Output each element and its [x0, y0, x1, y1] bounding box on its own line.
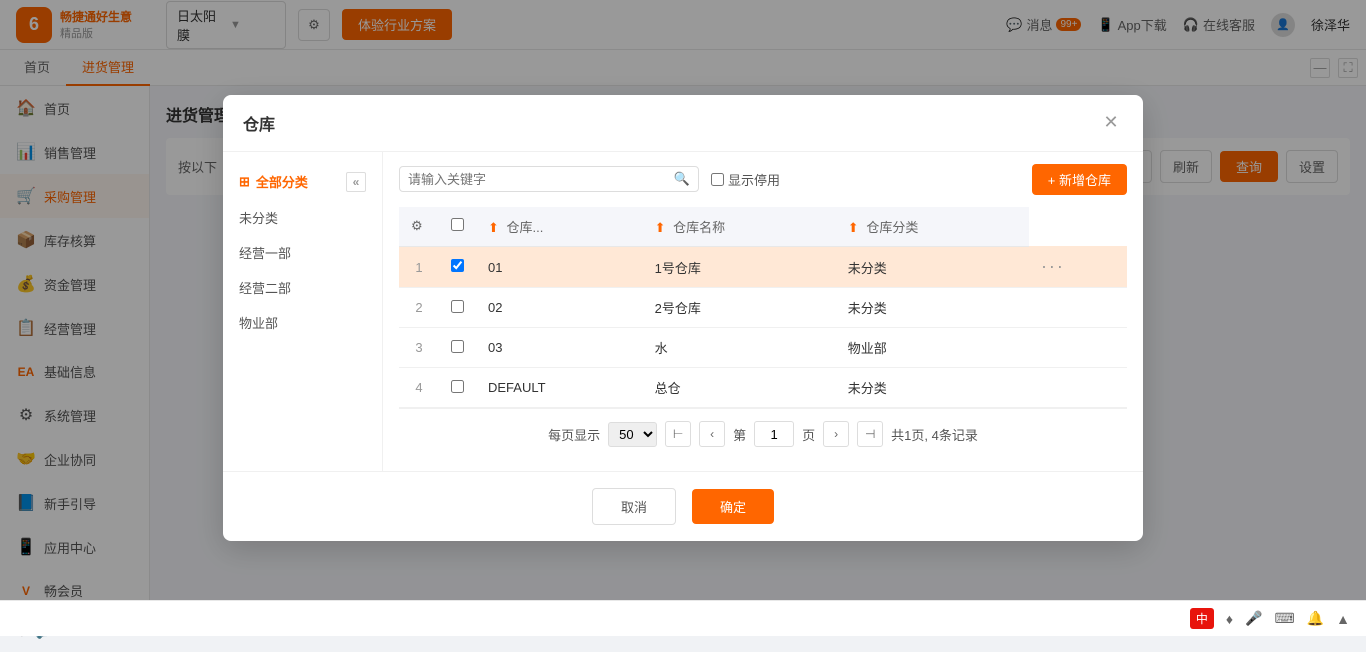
bottom-icon-arrow[interactable]: ▲ [1336, 611, 1350, 627]
page-size-select[interactable]: 50 [608, 422, 657, 447]
first-page-button[interactable]: ⊢ [665, 421, 691, 447]
category-item-dept1[interactable]: 经营一部 [223, 235, 382, 270]
modal-overlay: 仓库 ✕ ⊞ 全部分类 « 未分类 经营一部 经营二部 物业部 [0, 0, 1366, 636]
row-index: 1 [399, 246, 439, 288]
bottom-icon-keyboard[interactable]: ⌨ [1274, 610, 1294, 627]
row-category: 未分类 [836, 368, 1029, 408]
modal-close-button[interactable]: ✕ [1099, 111, 1123, 135]
modal-title: 仓库 [243, 111, 275, 135]
table-row[interactable]: 4 DEFAULT 总仓 未分类 [399, 368, 1127, 408]
table-header: ⚙ ⬆ 仓库... ⬆ [399, 207, 1127, 247]
row-code: 02 [476, 288, 643, 328]
col-gear: ⚙ [399, 207, 439, 247]
all-categories-item[interactable]: ⊞ 全部分类 « [223, 164, 382, 200]
row-checkbox[interactable] [439, 246, 476, 288]
table-row[interactable]: 1 01 1号仓库 未分类 ··· [399, 246, 1127, 288]
bottom-icon-diamond: ♦ [1226, 611, 1233, 627]
select-all-checkbox[interactable] [451, 218, 464, 231]
row-index: 3 [399, 328, 439, 368]
modal-body: ⊞ 全部分类 « 未分类 经营一部 经营二部 物业部 🔍 [223, 152, 1143, 472]
row-code: DEFAULT [476, 368, 643, 408]
bottom-icon-mic[interactable]: 🎤 [1245, 610, 1262, 627]
bottom-bar: 中 ♦ 🎤 ⌨ 🔔 ▲ [0, 600, 1366, 636]
category-item-unclassified[interactable]: 未分类 [223, 200, 382, 235]
last-page-button[interactable]: ⊣ [857, 421, 883, 447]
modal-category-sidebar: ⊞ 全部分类 « 未分类 经营一部 经营二部 物业部 [223, 152, 383, 472]
row-checkbox[interactable] [439, 368, 476, 408]
modal-header: 仓库 ✕ [223, 95, 1143, 152]
modal-pagination: 每页显示 50 ⊢ ‹ 第 页 › ⊣ 共1页, 4条记录 [399, 408, 1127, 459]
search-icon: 🔍 [674, 171, 690, 187]
row-more[interactable]: ··· [1029, 246, 1127, 288]
row-name: 1号仓库 [643, 246, 836, 288]
warehouse-modal: 仓库 ✕ ⊞ 全部分类 « 未分类 经营一部 经营二部 物业部 [223, 95, 1143, 542]
row-name: 2号仓库 [643, 288, 836, 328]
search-input[interactable] [408, 172, 668, 187]
bottom-icon-zh[interactable]: 中 [1190, 608, 1214, 629]
next-page-button[interactable]: › [823, 421, 849, 447]
gear-col-icon: ⚙ [411, 218, 423, 233]
col-name: ⬆ 仓库名称 [643, 207, 836, 247]
modal-toolbar: 🔍 显示停用 + 新增仓库 [399, 164, 1127, 195]
row-code: 01 [476, 246, 643, 288]
grid-icon: ⊞ [239, 174, 250, 190]
table-row[interactable]: 3 03 水 物业部 [399, 328, 1127, 368]
row-index: 4 [399, 368, 439, 408]
prev-page-button[interactable]: ‹ [699, 421, 725, 447]
sort-icon-cat: ⬆ [848, 220, 859, 235]
confirm-button[interactable]: 确定 [692, 489, 774, 524]
row-checkbox[interactable] [439, 288, 476, 328]
modal-main-area: 🔍 显示停用 + 新增仓库 ⚙ [383, 152, 1143, 472]
category-item-property[interactable]: 物业部 [223, 305, 382, 340]
sort-icon-name: ⬆ [655, 220, 666, 235]
row-checkbox[interactable] [439, 328, 476, 368]
sort-icon: ⬆ [488, 220, 499, 235]
add-warehouse-button[interactable]: + 新增仓库 [1032, 164, 1127, 195]
col-category: ⬆ 仓库分类 [836, 207, 1029, 247]
col-code: ⬆ 仓库... [476, 207, 643, 247]
row-index: 2 [399, 288, 439, 328]
table-row[interactable]: 2 02 2号仓库 未分类 [399, 288, 1127, 328]
collapse-sidebar-button[interactable]: « [346, 172, 366, 192]
show-disabled-checkbox[interactable]: 显示停用 [711, 170, 780, 189]
warehouse-table: ⚙ ⬆ 仓库... ⬆ [399, 207, 1127, 409]
cancel-button[interactable]: 取消 [592, 488, 676, 525]
row-name: 水 [643, 328, 836, 368]
total-info: 共1页, 4条记录 [891, 425, 978, 444]
row-category: 物业部 [836, 328, 1029, 368]
row-category: 未分类 [836, 246, 1029, 288]
modal-footer: 取消 确定 [223, 471, 1143, 541]
page-number-input[interactable] [754, 421, 794, 447]
category-item-dept2[interactable]: 经营二部 [223, 270, 382, 305]
row-name: 总仓 [643, 368, 836, 408]
row-code: 03 [476, 328, 643, 368]
bottom-icon-bell[interactable]: 🔔 [1307, 610, 1324, 627]
row-category: 未分类 [836, 288, 1029, 328]
search-box: 🔍 [399, 166, 699, 192]
col-checkbox [439, 207, 476, 247]
